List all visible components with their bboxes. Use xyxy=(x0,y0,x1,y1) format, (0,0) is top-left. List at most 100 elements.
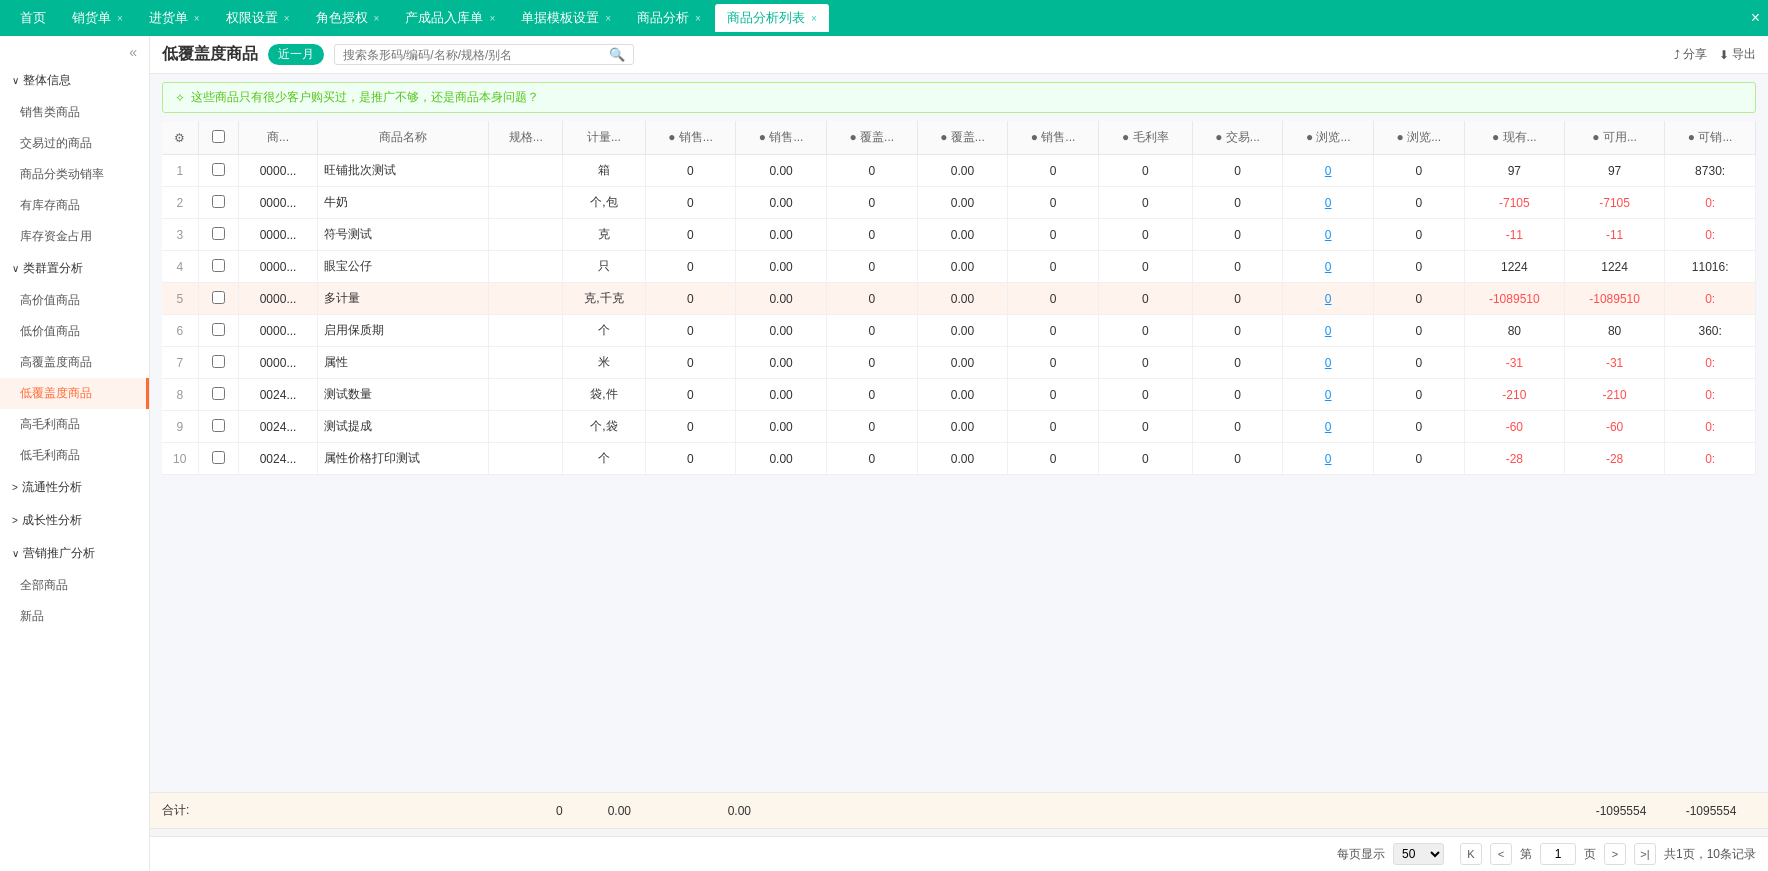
sidebar-item-高毛利商品[interactable]: 高毛利商品 xyxy=(0,409,149,440)
row-checkbox[interactable] xyxy=(212,323,225,336)
total-sales-amt: 0.00 xyxy=(589,804,649,818)
sidebar-item-高价值商品[interactable]: 高价值商品 xyxy=(0,285,149,316)
row-checkbox[interactable] xyxy=(212,195,225,208)
sidebar-item-label: 库存资金占用 xyxy=(20,228,92,245)
row-gross-rate: 0 xyxy=(1098,347,1192,379)
row-saleable: 11016: xyxy=(1665,251,1756,283)
table-row: 60000...启用保质期个00.0000.00000008080360: xyxy=(162,315,1756,347)
col-header-check xyxy=(198,121,239,155)
row-checkbox[interactable] xyxy=(212,291,225,304)
col-header-saleable: ● 可销... xyxy=(1665,121,1756,155)
nav-tab-进货单[interactable]: 进货单× xyxy=(137,4,212,32)
nav-tab-close[interactable]: × xyxy=(374,13,380,24)
table-row: 90024...测试提成个,袋00.0000.0000000-60-600: xyxy=(162,411,1756,443)
period-button[interactable]: 近一月 xyxy=(268,44,324,65)
row-name: 旺铺批次测试 xyxy=(317,155,489,187)
row-trade: 0 xyxy=(1192,251,1283,283)
nav-tab-单据模板设置[interactable]: 单据模板设置× xyxy=(509,4,623,32)
sidebar-item-全部商品[interactable]: 全部商品 xyxy=(0,570,149,601)
share-button[interactable]: ⤴ 分享 xyxy=(1674,46,1707,63)
row-trade: 0 xyxy=(1192,379,1283,411)
last-page-button[interactable]: >| xyxy=(1634,843,1656,865)
row-current: -1089510 xyxy=(1464,283,1564,315)
top-nav: 首页销货单×进货单×权限设置×角色授权×产成品入库单×单据模板设置×商品分析×商… xyxy=(0,0,1768,36)
first-page-button[interactable]: K xyxy=(1460,843,1482,865)
per-page-select[interactable]: 50 20 100 xyxy=(1393,843,1444,865)
sidebar-group-成长性分析[interactable]: >成长性分析 xyxy=(0,504,149,537)
sidebar-item-交易过的商品[interactable]: 交易过的商品 xyxy=(0,128,149,159)
row-checkbox[interactable] xyxy=(212,387,225,400)
row-cover2: 0.00 xyxy=(917,379,1008,411)
nav-tab-close[interactable]: × xyxy=(811,13,817,24)
nav-tab-close[interactable]: × xyxy=(284,13,290,24)
row-browse1: 0 xyxy=(1283,155,1374,187)
sidebar-item-低价值商品[interactable]: 低价值商品 xyxy=(0,316,149,347)
row-current: -28 xyxy=(1464,443,1564,475)
row-checkbox[interactable] xyxy=(212,355,225,368)
table-row: 30000...符号测试克00.0000.0000000-11-110: xyxy=(162,219,1756,251)
row-code: 0024... xyxy=(239,443,317,475)
row-trade: 0 xyxy=(1192,315,1283,347)
sidebar-group-流通性分析[interactable]: >流通性分析 xyxy=(0,471,149,504)
sidebar-group-整体信息[interactable]: ∨整体信息 xyxy=(0,64,149,97)
row-checkbox[interactable] xyxy=(212,419,225,432)
sidebar-item-有库存商品[interactable]: 有库存商品 xyxy=(0,190,149,221)
col-header-cover2: ● 覆盖... xyxy=(917,121,1008,155)
row-saleable: 360: xyxy=(1665,315,1756,347)
sidebar-item-label: 低毛利商品 xyxy=(20,447,80,464)
sidebar-item-高覆盖度商品[interactable]: 高覆盖度商品 xyxy=(0,347,149,378)
sidebar-item-低毛利商品[interactable]: 低毛利商品 xyxy=(0,440,149,471)
nav-tab-角色授权[interactable]: 角色授权× xyxy=(304,4,392,32)
row-cover1: 0 xyxy=(826,283,917,315)
row-checkbox[interactable] xyxy=(212,163,225,176)
next-page-button[interactable]: > xyxy=(1604,843,1626,865)
nav-tab-商品分析列表[interactable]: 商品分析列表× xyxy=(715,4,829,32)
sidebar-group-类群置分析[interactable]: ∨类群置分析 xyxy=(0,252,149,285)
sidebar-item-库存资金占用[interactable]: 库存资金占用 xyxy=(0,221,149,252)
sidebar-item-低覆盖度商品[interactable]: 低覆盖度商品 xyxy=(0,378,149,409)
row-saleable: 0: xyxy=(1665,443,1756,475)
row-available: -11 xyxy=(1564,219,1664,251)
row-gross-rate: 0 xyxy=(1098,411,1192,443)
nav-tab-close[interactable]: × xyxy=(194,13,200,24)
row-sales-x: 0 xyxy=(1008,411,1099,443)
nav-tab-销货单[interactable]: 销货单× xyxy=(60,4,135,32)
settings-icon[interactable]: ⚙ xyxy=(174,131,185,145)
nav-tab-首页[interactable]: 首页 xyxy=(8,4,58,32)
page-number-input[interactable] xyxy=(1540,843,1576,865)
arrow-icon: > xyxy=(12,515,18,526)
row-gross-rate: 0 xyxy=(1098,379,1192,411)
row-saleable: 0: xyxy=(1665,411,1756,443)
select-all-checkbox[interactable] xyxy=(212,130,225,143)
search-input[interactable] xyxy=(343,48,605,62)
row-available: -31 xyxy=(1564,347,1664,379)
sidebar-item-新品[interactable]: 新品 xyxy=(0,601,149,632)
nav-tab-close[interactable]: × xyxy=(605,13,611,24)
prev-page-button[interactable]: < xyxy=(1490,843,1512,865)
sidebar-group-营销推广分析[interactable]: ∨营销推广分析 xyxy=(0,537,149,570)
row-code: 0000... xyxy=(239,315,317,347)
col-header-settings[interactable]: ⚙ xyxy=(162,121,198,155)
nav-tab-商品分析[interactable]: 商品分析× xyxy=(625,4,713,32)
sidebar-item-商品分类动销率[interactable]: 商品分类动销率 xyxy=(0,159,149,190)
nav-tab-close[interactable]: × xyxy=(117,13,123,24)
row-code: 0000... xyxy=(239,347,317,379)
row-number: 6 xyxy=(162,315,198,347)
row-checkbox[interactable] xyxy=(212,451,225,464)
row-spec xyxy=(489,379,563,411)
row-checkbox[interactable] xyxy=(212,227,225,240)
export-button[interactable]: ⬇ 导出 xyxy=(1719,46,1756,63)
col-header-current: ● 现有... xyxy=(1464,121,1564,155)
nav-tab-产成品入库单[interactable]: 产成品入库单× xyxy=(393,4,507,32)
sidebar-item-销售类商品[interactable]: 销售类商品 xyxy=(0,97,149,128)
row-unit: 袋,件 xyxy=(563,379,645,411)
nav-tab-权限设置[interactable]: 权限设置× xyxy=(214,4,302,32)
row-checkbox[interactable] xyxy=(212,259,225,272)
row-checkbox-cell xyxy=(198,379,239,411)
nav-tab-close[interactable]: × xyxy=(489,13,495,24)
row-gross-rate: 0 xyxy=(1098,187,1192,219)
sidebar-collapse-button[interactable]: « xyxy=(125,44,141,60)
header-actions: ⤴ 分享 ⬇ 导出 xyxy=(1674,46,1756,63)
nav-tab-close[interactable]: × xyxy=(695,13,701,24)
close-all-button[interactable]: × xyxy=(1751,9,1760,27)
